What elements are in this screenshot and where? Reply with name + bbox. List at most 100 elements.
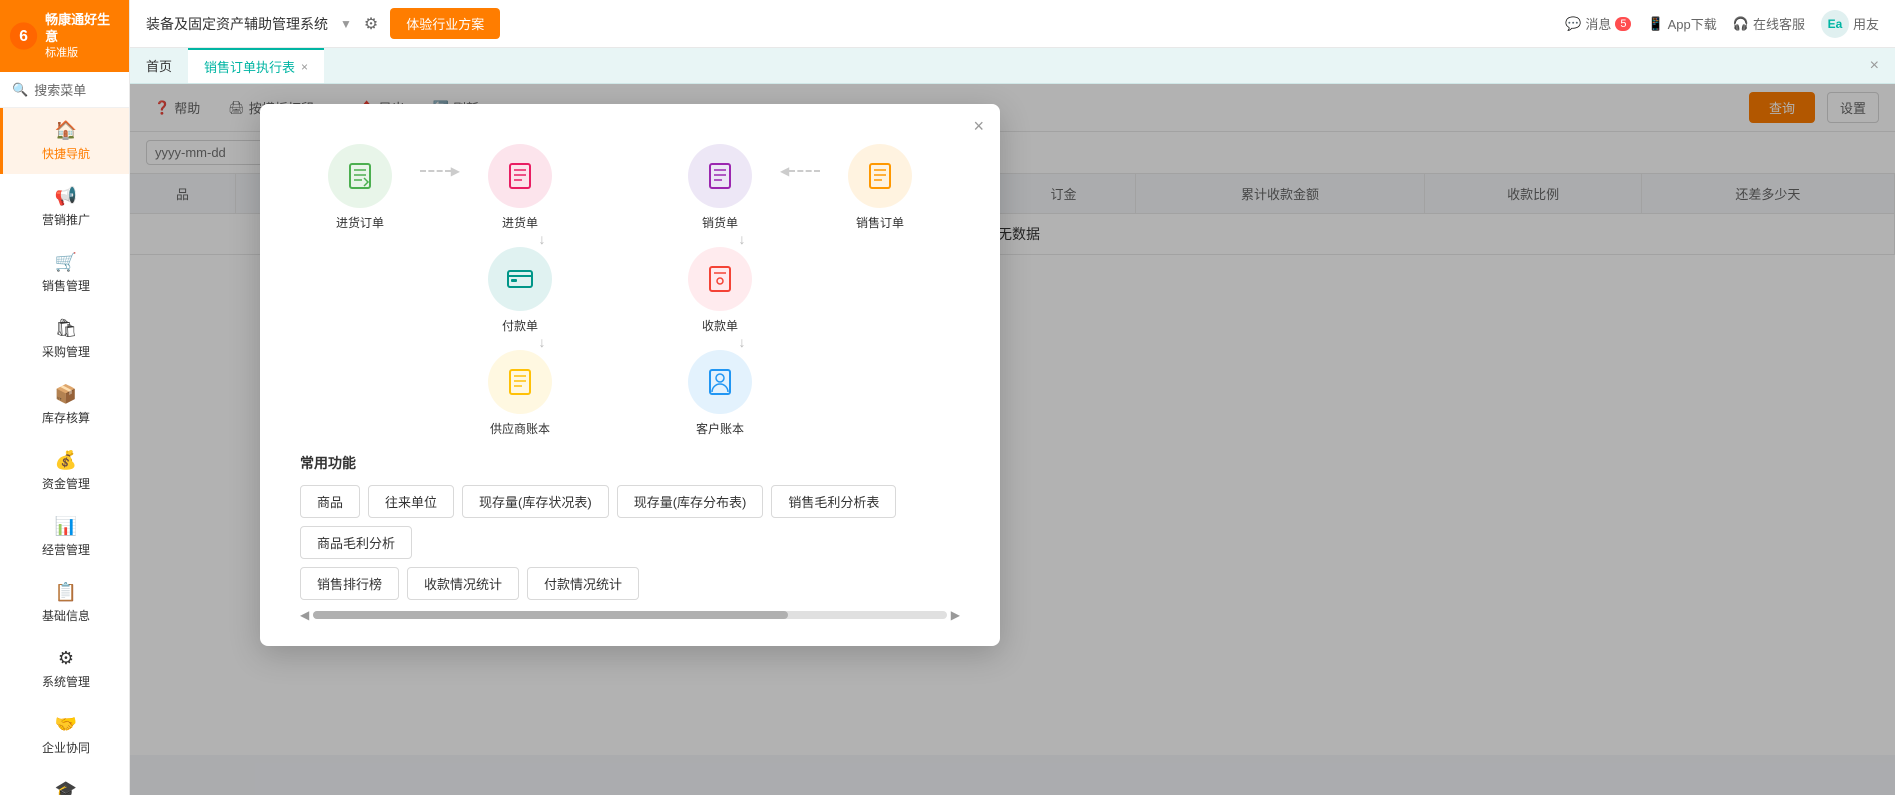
settings-icon[interactable]: ⚙ — [364, 14, 378, 34]
user-name: 用友 — [1853, 14, 1879, 33]
svg-text:6: 6 — [19, 28, 28, 45]
down-arrow-sales-bill: ↓ — [660, 231, 780, 247]
sidebar-item-label: 资金管理 — [42, 475, 90, 492]
common-functions: 常用功能 商品 往来单位 现存量(库存状况表) 现存量(库存分布表) 销售毛利分… — [300, 453, 960, 600]
down-arrow-receipt: ↓ — [660, 334, 780, 350]
func-btn-product-margin[interactable]: 商品毛利分析 — [300, 526, 412, 559]
online-service-label: 在线客服 — [1753, 14, 1805, 33]
sidebar-item-finance[interactable]: 💰 资金管理 — [0, 438, 129, 504]
app-download-label: App下载 — [1668, 14, 1717, 33]
sidebar-item-quick[interactable]: 🏠 快捷导航 — [0, 108, 129, 174]
logo-icon: 6 — [8, 20, 39, 52]
payment-bill-label: 付款单 — [502, 317, 538, 334]
purchase-bill-icon — [488, 144, 552, 208]
supplier-account-icon — [488, 350, 552, 414]
service-icon: 🎧 — [1733, 16, 1749, 32]
function-buttons-row1: 商品 往来单位 现存量(库存状况表) 现存量(库存分布表) 销售毛利分析表 商品… — [300, 485, 960, 559]
avatar-image: Ea — [1821, 10, 1849, 38]
arrow-purchase-to-bill: ▶ — [420, 144, 460, 178]
sidebar-item-sales[interactable]: 🛒 销售管理 — [0, 240, 129, 306]
sidebar-item-label: 采购管理 — [42, 343, 90, 360]
scroll-left-icon[interactable]: ◀ — [300, 608, 309, 622]
search-icon: 🔍 — [12, 82, 28, 98]
sidebar-item-label: 快捷导航 — [42, 145, 90, 162]
sales-bill-label: 销货单 — [702, 214, 738, 231]
sales-order-label: 销售订单 — [856, 214, 904, 231]
tab-home-label: 首页 — [146, 56, 172, 75]
sidebar-item-system[interactable]: ⚙ 系统管理 — [0, 636, 129, 702]
tab-close-icon[interactable]: × — [301, 60, 308, 74]
modal-close-icon[interactable]: × — [973, 116, 984, 137]
system-icon: ⚙ — [58, 648, 74, 669]
flow-node-sales-bill[interactable]: 销货单 — [660, 144, 780, 231]
sales-bill-icon — [688, 144, 752, 208]
tab-home[interactable]: 首页 — [130, 48, 188, 83]
sidebar-item-operations[interactable]: 📊 经营管理 — [0, 504, 129, 570]
sidebar-item-marketing[interactable]: 📢 营销推广 — [0, 174, 129, 240]
scroll-right-icon[interactable]: ▶ — [951, 608, 960, 622]
scrollbar-thumb — [313, 611, 788, 619]
func-btn-sales-margin[interactable]: 销售毛利分析表 — [771, 485, 896, 518]
modal-overlay[interactable]: × 进货订单 — [130, 84, 1895, 795]
sidebar-item-newbie[interactable]: 🎓 新手引导 — [0, 768, 129, 795]
flow-node-purchase-order[interactable]: 进货订单 — [300, 144, 420, 231]
online-service-button[interactable]: 🎧 在线客服 — [1733, 14, 1805, 33]
tabbar: 首页 销售订单执行表 × × — [130, 48, 1895, 84]
tab-close-main-icon[interactable]: × — [1854, 57, 1895, 75]
func-btn-counterparty[interactable]: 往来单位 — [368, 485, 454, 518]
home-icon: 🏠 — [55, 120, 77, 141]
newbie-icon: 🎓 — [55, 780, 77, 795]
function-buttons-row2: 销售排行榜 收款情况统计 付款情况统计 — [300, 567, 960, 600]
func-btn-stock-dist[interactable]: 现存量(库存分布表) — [617, 485, 764, 518]
sidebar-search-label: 搜索菜单 — [34, 80, 86, 99]
supplier-account-label: 供应商账本 — [490, 420, 550, 437]
marketing-icon: 📢 — [55, 186, 77, 207]
customer-account-label: 客户账本 — [696, 420, 744, 437]
sidebar-item-inventory[interactable]: 📦 库存核算 — [0, 372, 129, 438]
flow-node-sales-order[interactable]: 销售订单 — [820, 144, 940, 231]
func-btn-product[interactable]: 商品 — [300, 485, 360, 518]
operations-icon: 📊 — [55, 516, 77, 537]
func-btn-payment-stats[interactable]: 付款情况统计 — [527, 567, 639, 600]
func-btn-stock-status[interactable]: 现存量(库存状况表) — [462, 485, 609, 518]
sales-order-icon — [848, 144, 912, 208]
sidebar-item-purchase[interactable]: 🛍 采购管理 — [0, 306, 129, 372]
topbar: 装备及固定资产辅助管理系统 ▼ ⚙ 体验行业方案 💬 消息 5 📱 App下载 … — [130, 0, 1895, 48]
purchase-bill-label: 进货单 — [502, 214, 538, 231]
flow-node-customer-account[interactable]: 客户账本 — [660, 350, 780, 437]
sidebar-item-label: 系统管理 — [42, 673, 90, 690]
topbar-right: 💬 消息 5 📱 App下载 🎧 在线客服 Ea 用友 — [1565, 10, 1879, 38]
arrow-spacer-1 — [580, 144, 660, 164]
sidebar-item-basic[interactable]: 📋 基础信息 — [0, 570, 129, 636]
message-button[interactable]: 💬 消息 5 — [1565, 14, 1631, 33]
payment-bill-icon — [488, 247, 552, 311]
message-badge: 5 — [1615, 17, 1631, 31]
purchase-order-label: 进货订单 — [336, 214, 384, 231]
flow-node-receipt-bill[interactable]: 收款单 — [660, 247, 780, 334]
sidebar-item-label: 库存核算 — [42, 409, 90, 426]
func-btn-receipt-stats[interactable]: 收款情况统计 — [407, 567, 519, 600]
phone-icon: 📱 — [1647, 16, 1663, 32]
dropdown-arrow-icon[interactable]: ▼ — [340, 17, 352, 31]
flow-node-payment-bill[interactable]: 付款单 — [460, 247, 580, 334]
tab-active-label: 销售订单执行表 — [204, 57, 295, 76]
sidebar-item-label: 基础信息 — [42, 607, 90, 624]
message-icon: 💬 — [1565, 16, 1581, 32]
enterprise-icon: 🤝 — [55, 714, 77, 735]
arrow-sales-to-bill: ◀ — [780, 144, 820, 178]
user-avatar[interactable]: Ea 用友 — [1821, 10, 1879, 38]
system-title: 装备及固定资产辅助管理系统 — [146, 14, 328, 34]
sidebar-search[interactable]: 🔍 搜索菜单 — [0, 72, 129, 108]
flow-node-purchase-bill[interactable]: 进货单 — [460, 144, 580, 231]
tab-sales-order[interactable]: 销售订单执行表 × — [188, 48, 324, 83]
receipt-bill-label: 收款单 — [702, 317, 738, 334]
sidebar-item-enterprise[interactable]: 🤝 企业协同 — [0, 702, 129, 768]
purchase-order-icon — [328, 144, 392, 208]
trial-button[interactable]: 体验行业方案 — [390, 8, 500, 39]
func-btn-sales-rank[interactable]: 销售排行榜 — [300, 567, 399, 600]
modal-scrollbar-container: ◀ ▶ — [300, 608, 960, 622]
app-download-button[interactable]: 📱 App下载 — [1647, 14, 1716, 33]
sidebar-logo[interactable]: 6 畅康通好生意 标准版 — [0, 0, 129, 72]
sidebar-item-label: 营销推广 — [42, 211, 90, 228]
flow-node-supplier-account[interactable]: 供应商账本 — [460, 350, 580, 437]
